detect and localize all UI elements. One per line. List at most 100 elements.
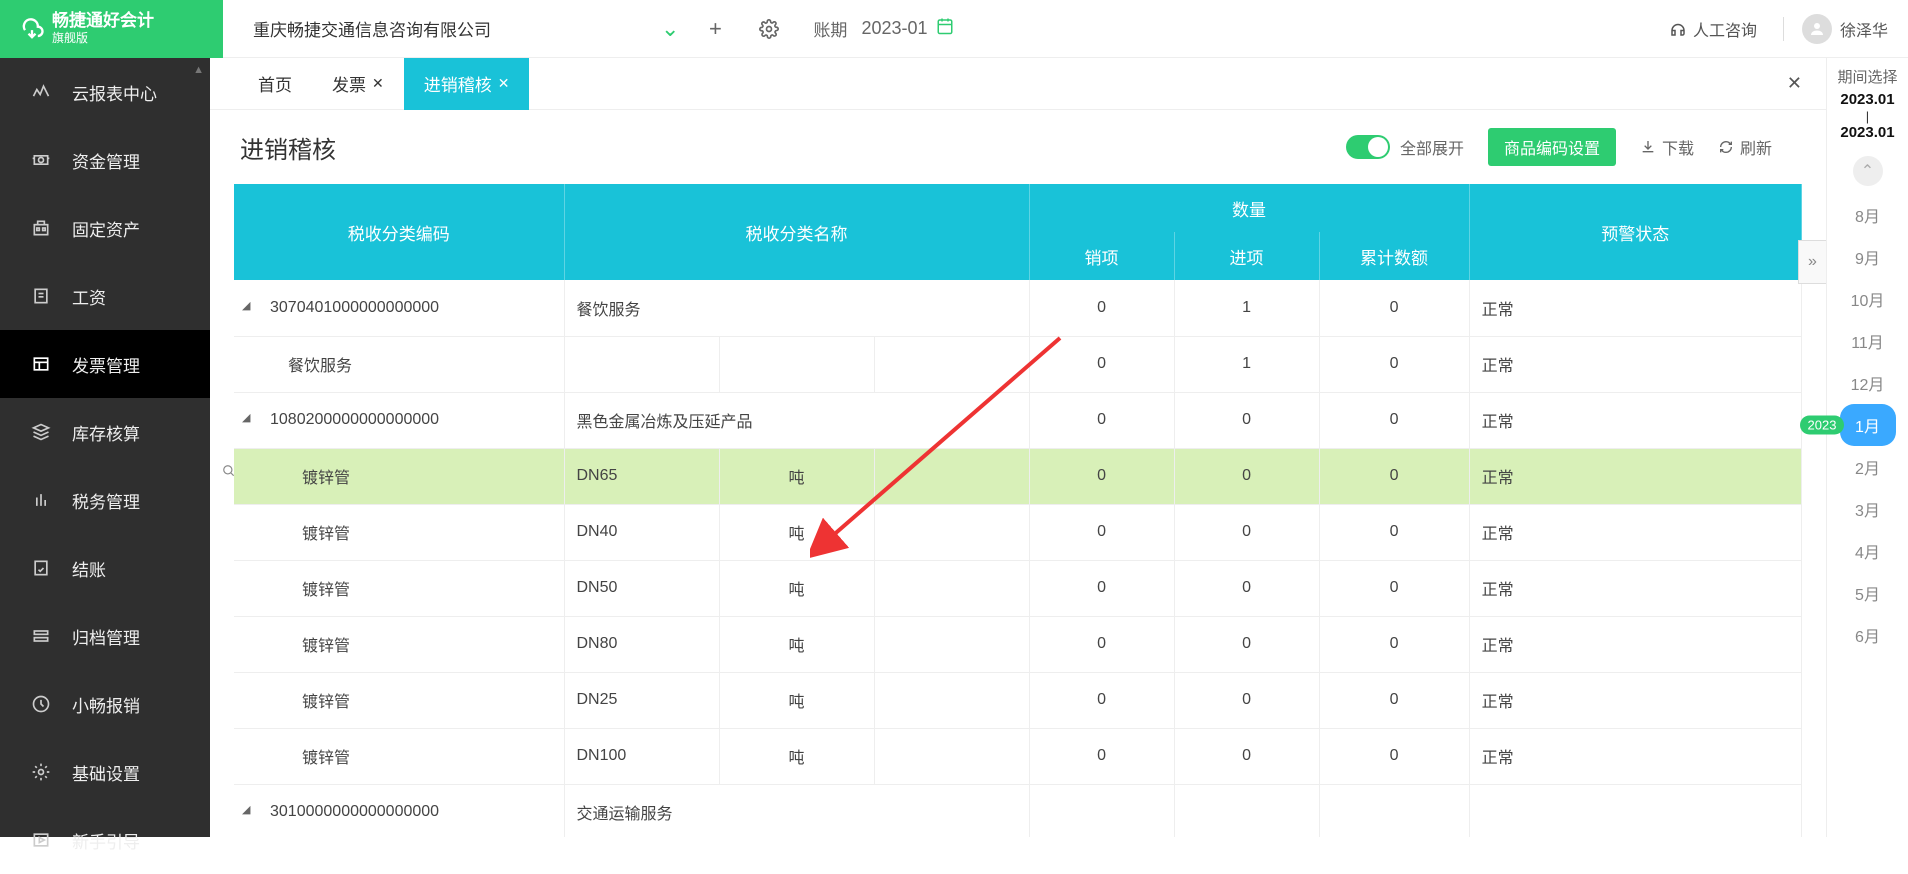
sidebar-item-5[interactable]: 库存核算 bbox=[0, 398, 210, 466]
refresh-label: 刷新 bbox=[1740, 135, 1772, 159]
settings-button[interactable] bbox=[751, 11, 787, 47]
refresh-button[interactable]: 刷新 bbox=[1718, 135, 1772, 159]
row-out: 0 bbox=[1029, 672, 1174, 728]
table-row[interactable]: 镀锌管DN50吨000正常 bbox=[234, 560, 1802, 616]
sidebar-item-0[interactable]: 云报表中心 bbox=[0, 58, 210, 126]
period-panel-title: 期间选择 bbox=[1837, 66, 1897, 87]
row-in: 1 bbox=[1174, 280, 1319, 336]
table-row[interactable]: 镀锌管DN65吨000正常 bbox=[234, 448, 1802, 504]
row-code: 3010000000000000000 bbox=[270, 803, 439, 820]
avatar-icon bbox=[1802, 14, 1832, 44]
sidebar-icon bbox=[28, 286, 54, 306]
row-cum: 0 bbox=[1319, 560, 1469, 616]
row-cum: 0 bbox=[1319, 336, 1469, 392]
month-item[interactable]: 11月 bbox=[1827, 320, 1908, 362]
month-item[interactable]: 6月 bbox=[1827, 614, 1908, 656]
table-row[interactable]: 餐饮服务010正常 bbox=[234, 336, 1802, 392]
sidebar-item-1[interactable]: 资金管理 bbox=[0, 126, 210, 194]
th-out: 销项 bbox=[1029, 232, 1174, 280]
month-item[interactable]: 3月 bbox=[1827, 488, 1908, 530]
sidebar-icon bbox=[28, 830, 54, 850]
tab-2[interactable]: 进销稽核✕ bbox=[404, 58, 530, 110]
cloud-icon bbox=[18, 15, 46, 43]
row-spec: DN100 bbox=[564, 728, 719, 784]
tab-close-icon[interactable]: ✕ bbox=[372, 75, 384, 92]
row-cum bbox=[1319, 784, 1469, 837]
tab-close-icon[interactable]: ✕ bbox=[498, 75, 510, 92]
row-out: 0 bbox=[1029, 448, 1174, 504]
row-status: 正常 bbox=[1469, 448, 1801, 504]
period-label: 账期 bbox=[813, 16, 847, 41]
download-button[interactable]: 下载 bbox=[1640, 135, 1694, 159]
row-in: 0 bbox=[1174, 392, 1319, 448]
user-menu[interactable]: 徐泽华 bbox=[1802, 14, 1888, 44]
sidebar-icon bbox=[28, 694, 54, 714]
table-row[interactable]: ◢3070401000000000000餐饮服务010正常 bbox=[234, 280, 1802, 336]
row-spec: DN65 bbox=[564, 448, 719, 504]
tab-0[interactable]: 首页 bbox=[238, 58, 312, 110]
logo-title: 畅捷通好会计 bbox=[52, 12, 154, 31]
sidebar-item-10[interactable]: 基础设置 bbox=[0, 738, 210, 806]
support-link[interactable]: 人工咨询 bbox=[1669, 17, 1757, 41]
row-name: 餐饮服务 bbox=[564, 280, 1029, 336]
expand-all-label: 全部展开 bbox=[1400, 135, 1464, 159]
sidebar-item-8[interactable]: 归档管理 bbox=[0, 602, 210, 670]
sidebar-item-9[interactable]: 小畅报销 bbox=[0, 670, 210, 738]
sidebar-item-2[interactable]: 固定资产 bbox=[0, 194, 210, 262]
month-item[interactable]: 4月 bbox=[1827, 530, 1908, 572]
month-item[interactable]: 1月2023 bbox=[1840, 404, 1896, 446]
sidebar-item-6[interactable]: 税务管理 bbox=[0, 466, 210, 534]
row-code: 镀锌管 bbox=[246, 464, 552, 488]
month-item[interactable]: 9月 bbox=[1827, 236, 1908, 278]
calendar-button[interactable] bbox=[936, 17, 954, 40]
table-row[interactable]: ◢3010000000000000000交通运输服务 bbox=[234, 784, 1802, 837]
add-button[interactable]: + bbox=[697, 11, 733, 47]
page-header: 进销稽核 全部展开 商品编码设置 下载 刷新 bbox=[210, 110, 1826, 184]
month-item[interactable]: 12月 bbox=[1827, 362, 1908, 404]
row-unit: 吨 bbox=[719, 560, 874, 616]
month-item[interactable]: 10月 bbox=[1827, 278, 1908, 320]
header-bar: 畅捷通好会计 旗舰版 重庆畅捷交通信息咨询有限公司 ⌄ + 账期 2023-01… bbox=[0, 0, 1908, 58]
sidebar-icon bbox=[28, 354, 54, 374]
row-cum: 0 bbox=[1319, 504, 1469, 560]
company-selector[interactable]: 重庆畅捷交通信息咨询有限公司 ⌄ bbox=[253, 16, 679, 42]
close-all-tabs[interactable]: ✕ bbox=[1787, 73, 1802, 94]
page-title: 进销稽核 bbox=[240, 130, 336, 165]
month-item[interactable]: 8月 bbox=[1827, 194, 1908, 236]
gear-icon bbox=[759, 19, 779, 39]
sidebar-item-label: 固定资产 bbox=[72, 216, 140, 241]
sidebar-item-7[interactable]: 结账 bbox=[0, 534, 210, 602]
sidebar-item-4[interactable]: 发票管理 bbox=[0, 330, 210, 398]
row-unit bbox=[719, 336, 874, 392]
sidebar-item-label: 小畅报销 bbox=[72, 692, 140, 717]
code-config-button[interactable]: 商品编码设置 bbox=[1488, 128, 1616, 166]
table-row[interactable]: 镀锌管DN25吨000正常 bbox=[234, 672, 1802, 728]
period-scroll-up[interactable]: ⌃ bbox=[1853, 156, 1883, 186]
audit-table: 税收分类编码 税收分类名称 数量 预警状态 销项 进项 累计数额 ◢307040… bbox=[234, 184, 1802, 837]
chevron-down-icon: ⌄ bbox=[661, 16, 679, 42]
tab-1[interactable]: 发票✕ bbox=[312, 58, 404, 110]
expand-caret-icon[interactable]: ◢ bbox=[242, 803, 250, 816]
row-cum: 0 bbox=[1319, 616, 1469, 672]
table-row[interactable]: ◢1080200000000000000黑色金属冶炼及压延产品000正常 bbox=[234, 392, 1802, 448]
month-item[interactable]: 5月 bbox=[1827, 572, 1908, 614]
row-spec: DN40 bbox=[564, 504, 719, 560]
table-row[interactable]: 镀锌管DN80吨000正常 bbox=[234, 616, 1802, 672]
th-status: 预警状态 bbox=[1469, 184, 1801, 280]
expand-caret-icon[interactable]: ◢ bbox=[242, 299, 250, 312]
search-icon[interactable] bbox=[222, 464, 236, 482]
month-item[interactable]: 2月 bbox=[1827, 446, 1908, 488]
row-blank bbox=[874, 336, 1029, 392]
expand-all-toggle[interactable] bbox=[1346, 135, 1390, 159]
sidebar-scroll-up[interactable]: ▲ bbox=[193, 64, 204, 76]
sidebar-item-3[interactable]: 工资 bbox=[0, 262, 210, 330]
expand-caret-icon[interactable]: ◢ bbox=[242, 411, 250, 424]
panel-opener[interactable]: » bbox=[1798, 240, 1826, 284]
sidebar-item-11[interactable]: 新手引导 bbox=[0, 806, 210, 874]
sidebar-item-label: 库存核算 bbox=[72, 420, 140, 445]
sidebar-item-label: 工资 bbox=[72, 284, 106, 309]
table-row[interactable]: 镀锌管DN40吨000正常 bbox=[234, 504, 1802, 560]
calendar-icon bbox=[936, 17, 954, 35]
table-row[interactable]: 镀锌管DN100吨000正常 bbox=[234, 728, 1802, 784]
row-in: 0 bbox=[1174, 672, 1319, 728]
